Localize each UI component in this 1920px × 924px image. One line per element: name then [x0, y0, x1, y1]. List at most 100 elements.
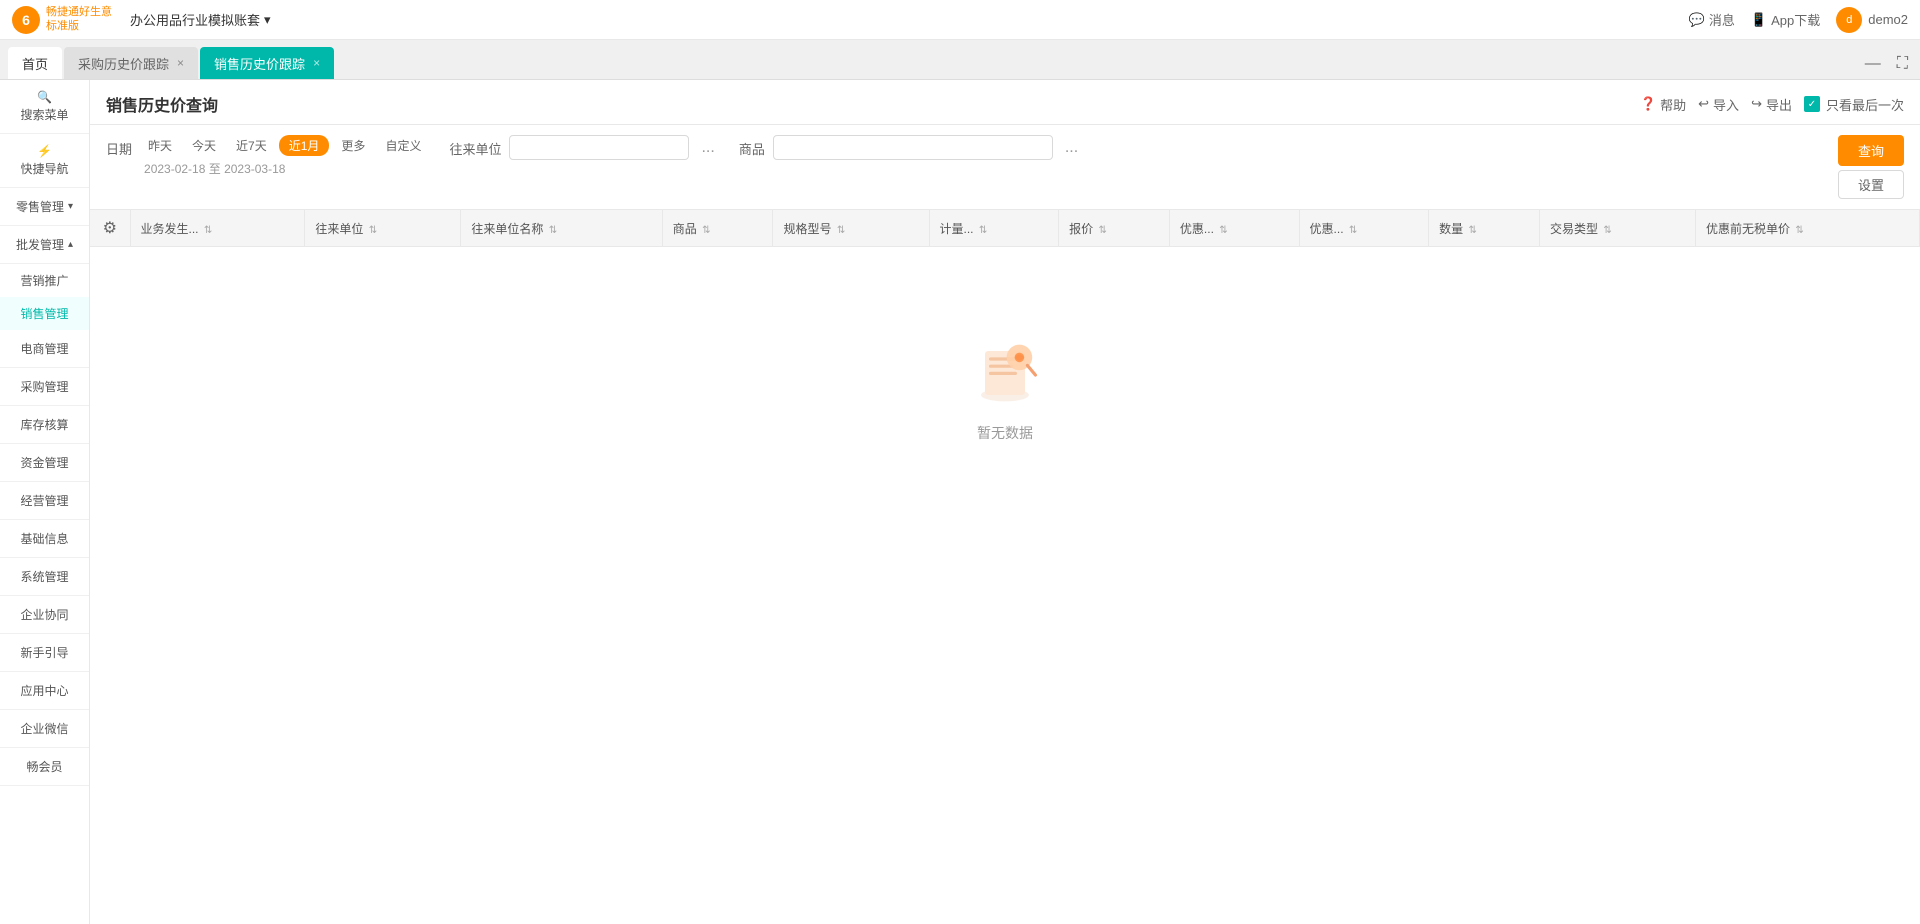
- date-tab-more[interactable]: 更多: [333, 135, 373, 156]
- download-icon: 📱: [1751, 12, 1767, 28]
- chevron-up-icon: ▴: [68, 239, 73, 250]
- date-filter-group: 日期 昨天 今天 近7天 近1月 更多 自定义 2023-02-18 至 202…: [106, 135, 429, 177]
- date-options-group: 昨天 今天 近7天 近1月 更多 自定义 2023-02-18 至 2023-0…: [140, 135, 429, 177]
- sort-arrows: ⇅: [1099, 225, 1107, 236]
- sidebar-item-app-center[interactable]: 应用中心: [0, 672, 89, 710]
- source-unit-dots[interactable]: ...: [697, 139, 718, 157]
- page-title: 销售历史价查询: [106, 92, 218, 116]
- th-trade-type[interactable]: 交易类型 ⇅: [1539, 210, 1695, 247]
- tab-purchase-history[interactable]: 采购历史价跟踪 ×: [64, 47, 198, 79]
- date-tab-today[interactable]: 今天: [184, 135, 224, 156]
- sidebar-item-shortcuts[interactable]: ⚡ 快捷导航: [0, 134, 89, 188]
- only-last-area[interactable]: ✓ 只看最后一次: [1804, 95, 1904, 114]
- sort-arrows: ⇅: [1469, 225, 1477, 236]
- sidebar-item-basic-info[interactable]: 基础信息: [0, 520, 89, 558]
- sort-arrows: ⇅: [837, 225, 845, 236]
- date-label: 日期: [106, 135, 132, 158]
- source-unit-filter-group: 往来单位 ...: [449, 135, 718, 160]
- date-range: 2023-02-18 至 2023-03-18: [140, 160, 429, 177]
- th-quoted-price[interactable]: 报价 ⇅: [1059, 210, 1170, 247]
- empty-illustration: [965, 327, 1045, 407]
- sidebar-item-vip[interactable]: 畅会员: [0, 748, 89, 786]
- chevron-down-icon: ▾: [68, 201, 73, 212]
- sidebar-item-enterprise-wechat[interactable]: 企业微信: [0, 710, 89, 748]
- sidebar-item-beginner[interactable]: 新手引导: [0, 634, 89, 672]
- th-goods[interactable]: 商品 ⇅: [662, 210, 773, 247]
- user-area[interactable]: d demo2: [1836, 7, 1908, 33]
- th-settings[interactable]: ⚙: [90, 210, 130, 247]
- th-discount2[interactable]: 优惠... ⇅: [1299, 210, 1429, 247]
- sidebar-item-retail-mgmt[interactable]: 零售管理 ▾: [0, 188, 89, 226]
- gear-icon[interactable]: ⚙: [103, 220, 117, 237]
- sidebar-item-purchase-mgmt[interactable]: 采购管理: [0, 368, 89, 406]
- goods-label: 商品: [739, 135, 765, 158]
- sidebar-item-search-menu[interactable]: 🔍 搜索菜单: [0, 80, 89, 134]
- top-bar-right: 💬 消息 📱 App下载 d demo2: [1689, 7, 1908, 33]
- sidebar-item-marketing[interactable]: 营销推广: [0, 264, 89, 297]
- tab-sales-history-label: 销售历史价跟踪: [214, 54, 305, 73]
- avatar: d: [1836, 7, 1862, 33]
- source-unit-input[interactable]: [509, 135, 689, 160]
- app-download-btn[interactable]: 📱 App下载: [1751, 10, 1820, 29]
- sort-arrows: ⇅: [369, 225, 377, 236]
- source-unit-label: 往来单位: [449, 135, 501, 158]
- table-header-row: ⚙ 业务发生... ⇅ 往来单位 ⇅ 往来单位名称 ⇅: [90, 210, 1920, 247]
- sidebar-item-sales-mgmt[interactable]: 销售管理: [0, 297, 89, 330]
- import-action[interactable]: ↩ 导入: [1698, 95, 1739, 114]
- th-source-unit[interactable]: 往来单位 ⇅: [305, 210, 461, 247]
- sidebar-item-finance[interactable]: 资金管理: [0, 444, 89, 482]
- tab-home[interactable]: 首页: [8, 47, 62, 79]
- shortcuts-icon: ⚡: [37, 144, 52, 158]
- goods-input[interactable]: [773, 135, 1053, 160]
- tab-sales-history[interactable]: 销售历史价跟踪 ×: [200, 47, 334, 79]
- date-tabs: 昨天 今天 近7天 近1月 更多 自定义: [140, 135, 429, 156]
- th-spec[interactable]: 规格型号 ⇅: [773, 210, 929, 247]
- app-selector[interactable]: 办公用品行业模拟账套 ▾: [130, 10, 271, 29]
- logo-area: 6 畅捷通好生意 标准版: [12, 6, 112, 34]
- sidebar-item-enterprise[interactable]: 企业协同: [0, 596, 89, 634]
- sidebar-item-sys-mgmt[interactable]: 系统管理: [0, 558, 89, 596]
- th-source-unit-name[interactable]: 往来单位名称 ⇅: [461, 210, 662, 247]
- top-bar-left: 6 畅捷通好生意 标准版 办公用品行业模拟账套 ▾: [12, 6, 271, 34]
- chevron-down-icon: ▾: [264, 12, 271, 28]
- th-biz-date[interactable]: 业务发生... ⇅: [130, 210, 305, 247]
- tab-minimize-btn[interactable]: —: [1861, 53, 1885, 75]
- filter-area: 日期 昨天 今天 近7天 近1月 更多 自定义 2023-02-18 至 202…: [90, 125, 1920, 210]
- table-area: ⚙ 业务发生... ⇅ 往来单位 ⇅ 往来单位名称 ⇅: [90, 210, 1920, 924]
- export-icon: ↪: [1751, 96, 1762, 112]
- sidebar-item-ecommerce[interactable]: 电商管理: [0, 330, 89, 368]
- sort-arrows: ⇅: [549, 225, 557, 236]
- goods-dots[interactable]: ...: [1061, 139, 1082, 157]
- sort-arrows: ⇅: [1603, 225, 1611, 236]
- sidebar-item-inventory[interactable]: 库存核算: [0, 406, 89, 444]
- only-last-checkbox[interactable]: ✓: [1804, 96, 1820, 112]
- message-btn[interactable]: 💬 消息: [1689, 10, 1735, 29]
- tab-purchase-history-close[interactable]: ×: [177, 56, 184, 70]
- export-action[interactable]: ↪ 导出: [1751, 95, 1792, 114]
- goods-filter-group: 商品 ...: [739, 135, 1082, 160]
- date-tab-yesterday[interactable]: 昨天: [140, 135, 180, 156]
- tab-bar-actions: — ⛶: [1861, 53, 1912, 79]
- top-bar: 6 畅捷通好生意 标准版 办公用品行业模拟账套 ▾ 💬 消息 📱 App下载 d…: [0, 0, 1920, 40]
- empty-state: 暂无数据: [90, 247, 1920, 523]
- query-button[interactable]: 查询: [1838, 135, 1904, 166]
- help-action[interactable]: ❓ 帮助: [1640, 95, 1686, 114]
- sidebar-item-operations[interactable]: 经营管理: [0, 482, 89, 520]
- goods-input-group: ...: [773, 135, 1082, 160]
- th-discount1[interactable]: 优惠... ⇅: [1169, 210, 1299, 247]
- sidebar-item-wholesale-mgmt[interactable]: 批发管理 ▴: [0, 226, 89, 264]
- filter-buttons: 查询 设置: [1838, 135, 1904, 199]
- tab-maximize-btn[interactable]: ⛶: [1893, 53, 1912, 75]
- page-actions: ❓ 帮助 ↩ 导入 ↪ 导出 ✓ 只看最后一次: [1640, 95, 1904, 114]
- message-icon: 💬: [1689, 12, 1705, 28]
- settings-button[interactable]: 设置: [1838, 170, 1904, 199]
- th-quantity[interactable]: 数量 ⇅: [1429, 210, 1540, 247]
- date-tab-1month[interactable]: 近1月: [279, 135, 330, 156]
- date-tab-7days[interactable]: 近7天: [228, 135, 275, 156]
- tab-sales-history-close[interactable]: ×: [313, 56, 320, 70]
- th-unit[interactable]: 计量... ⇅: [929, 210, 1059, 247]
- th-pre-tax-price[interactable]: 优惠前无税单价 ⇅: [1695, 210, 1919, 247]
- search-icon: 🔍: [37, 90, 52, 104]
- date-tab-custom[interactable]: 自定义: [377, 135, 429, 156]
- empty-text: 暂无数据: [977, 423, 1033, 443]
